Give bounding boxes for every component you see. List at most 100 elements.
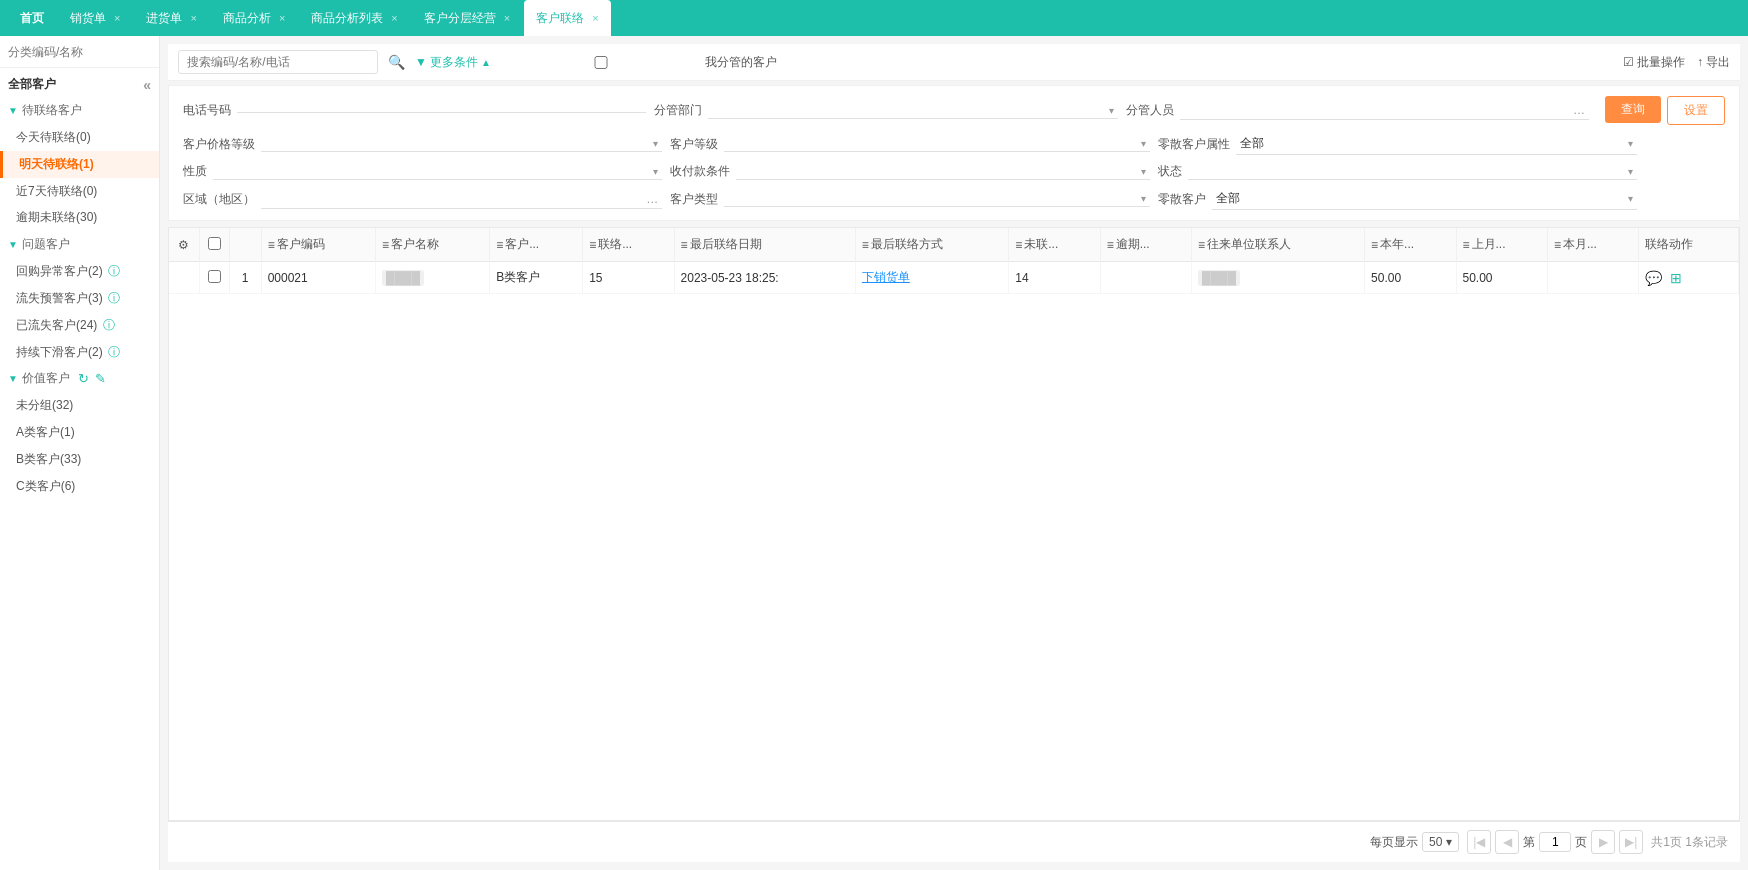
nav-home[interactable]: 首页 <box>8 0 56 36</box>
my-customer-checkbox-wrapper[interactable]: 我分管的客户 <box>501 54 777 71</box>
filter-customer-type-select[interactable]: ▾ <box>724 191 1149 207</box>
close-product-analysis-icon[interactable]: × <box>279 12 285 24</box>
sidebar-item-class-a[interactable]: A类客户(1) <box>0 419 159 446</box>
filter-region-select[interactable]: … <box>261 190 662 209</box>
query-button[interactable]: 查询 <box>1605 96 1661 123</box>
row-code: 000021 <box>261 262 375 294</box>
row-checkbox[interactable] <box>199 262 229 294</box>
export-button[interactable]: ↑ 导出 <box>1697 54 1730 71</box>
close-customer-tier-icon[interactable]: × <box>504 12 510 24</box>
group-problem-customer[interactable]: ▼ 问题客户 <box>0 231 159 258</box>
region-dots-icon: … <box>646 192 658 206</box>
expand-value-icon: ▼ <box>8 373 18 384</box>
sidebar-item-declining[interactable]: 持续下滑客户(2) ⓘ <box>0 339 159 366</box>
nav-sales-order[interactable]: 销货单 × <box>58 0 132 36</box>
price-grade-arrow: ▾ <box>653 138 658 149</box>
nav-customer-contact[interactable]: 客户联络 × <box>524 0 610 36</box>
search-input[interactable] <box>178 50 378 74</box>
more-action-icon[interactable]: ⊞ <box>1670 270 1682 286</box>
col-last-contact-method[interactable]: ≡ 最后联络方式 <box>855 228 1008 262</box>
close-product-analysis-list-icon[interactable]: × <box>391 12 397 24</box>
my-customer-checkbox[interactable] <box>501 56 701 69</box>
sidebar-item-churned[interactable]: 已流失客户(24) ⓘ <box>0 312 159 339</box>
filter-payment-select[interactable]: ▾ <box>736 164 1149 180</box>
sidebar: 🔍 全部客户 « ▼ 待联络客户 今天待联络(0) 明天待联络(1) 近7天待联… <box>0 36 160 870</box>
retail-customer-arrow: ▾ <box>1628 193 1633 204</box>
col-overdue[interactable]: ≡ 逾期... <box>1100 228 1191 262</box>
col-name[interactable]: ≡ 客户名称 <box>375 228 489 262</box>
expand-pending-icon: ▼ <box>8 105 18 116</box>
prev-page-button[interactable]: ◀ <box>1495 830 1519 854</box>
expand-problem-icon: ▼ <box>8 239 18 250</box>
payment-arrow: ▾ <box>1141 166 1146 177</box>
filter-status-select[interactable]: ▾ <box>1188 164 1637 180</box>
col-this-year[interactable]: ≡ 本年... <box>1365 228 1456 262</box>
more-filter-button[interactable]: ▼ 更多条件 ▲ <box>415 54 491 71</box>
search-button[interactable]: 🔍 <box>388 54 405 70</box>
close-purchase-order-icon[interactable]: × <box>190 12 196 24</box>
col-unit-contact[interactable]: ≡ 往来单位联系人 <box>1192 228 1365 262</box>
page-size-select: 每页显示 50 ▾ <box>1370 832 1459 852</box>
col-contact[interactable]: ≡ 联络... <box>583 228 674 262</box>
select-all-checkbox[interactable] <box>208 237 221 250</box>
filter-price-grade: 客户价格等级 ▾ <box>183 136 662 153</box>
next-page-button[interactable]: ▶ <box>1591 830 1615 854</box>
customer-table: ⚙ ≡ 客户编码 ≡ <box>169 228 1739 294</box>
filter-retail-attr: 零散客户属性 全部 ▾ <box>1158 133 1637 155</box>
close-sales-order-icon[interactable]: × <box>114 12 120 24</box>
sidebar-item-class-c[interactable]: C类客户(6) <box>0 473 159 500</box>
set-button[interactable]: 设置 <box>1667 96 1725 125</box>
filter-phone-input[interactable] <box>237 108 646 113</box>
table-row: 1 000021 ████ B类客户 15 2023-05-23 18:25: … <box>169 262 1739 294</box>
last-page-button[interactable]: ▶| <box>1619 830 1643 854</box>
collapse-sidebar-icon[interactable]: « <box>143 77 151 93</box>
sidebar-item-overdue-contact[interactable]: 逾期未联络(30) <box>0 204 159 231</box>
filter-payment: 收付款条件 ▾ <box>670 163 1149 180</box>
customer-grade-arrow: ▾ <box>1141 138 1146 149</box>
row-last-contact-method[interactable]: 下销货单 <box>855 262 1008 294</box>
sidebar-item-churn-warning[interactable]: 流失预警客户(3) ⓘ <box>0 285 159 312</box>
nav-purchase-order[interactable]: 进货单 × <box>134 0 208 36</box>
group-pending-contact[interactable]: ▼ 待联络客户 <box>0 97 159 124</box>
bulk-op-button[interactable]: ☑ 批量操作 <box>1623 54 1685 71</box>
filter-dept-select[interactable]: ▾ <box>708 103 1117 119</box>
sidebar-item-today-contact[interactable]: 今天待联络(0) <box>0 124 159 151</box>
col-gear[interactable]: ⚙ <box>169 228 199 262</box>
filter-manager-select[interactable]: … <box>1180 101 1589 120</box>
sidebar-item-repurchase-abnormal[interactable]: 回购异常客户(2) ⓘ <box>0 258 159 285</box>
sidebar-search-input[interactable] <box>8 45 158 59</box>
nav-product-analysis-list[interactable]: 商品分析列表 × <box>299 0 409 36</box>
filter-status: 状态 ▾ <box>1158 163 1637 180</box>
filter-dept: 分管部门 ▾ <box>654 102 1117 119</box>
col-code[interactable]: ≡ 客户编码 <box>261 228 375 262</box>
filter-customer-grade-select[interactable]: ▾ <box>724 136 1149 152</box>
col-this-month[interactable]: ≡ 本月... <box>1547 228 1638 262</box>
filter-retail-attr-select[interactable]: 全部 ▾ <box>1236 133 1637 155</box>
col-last-month[interactable]: ≡ 上月... <box>1456 228 1547 262</box>
first-page-button[interactable]: |◀ <box>1467 830 1491 854</box>
nav-customer-tier[interactable]: 客户分层经营 × <box>412 0 522 36</box>
customer-table-container: ⚙ ≡ 客户编码 ≡ <box>168 227 1740 821</box>
sidebar-item-class-b[interactable]: B类客户(33) <box>0 446 159 473</box>
sidebar-item-ungrouped[interactable]: 未分组(32) <box>0 392 159 419</box>
filter-retail-customer-select[interactable]: 全部 ▾ <box>1212 188 1637 210</box>
contact-action-icon[interactable]: 💬 <box>1645 270 1662 286</box>
page-input-box: 第 页 <box>1523 832 1587 852</box>
filter-price-grade-select[interactable]: ▾ <box>261 136 662 152</box>
table-footer: 每页显示 50 ▾ |◀ ◀ 第 页 ▶ ▶| 共1页 1条记录 <box>168 821 1740 862</box>
filter-nature-select[interactable]: ▾ <box>213 164 662 180</box>
page-size-dropdown[interactable]: 50 ▾ <box>1422 832 1459 852</box>
nav-product-analysis[interactable]: 商品分析 × <box>211 0 297 36</box>
close-customer-contact-icon[interactable]: × <box>592 12 598 24</box>
col-checkbox[interactable] <box>199 228 229 262</box>
row-action: 💬 ⊞ <box>1639 262 1739 294</box>
page-number-input[interactable] <box>1539 832 1571 852</box>
col-type[interactable]: ≡ 客户... <box>490 228 583 262</box>
group-value-customer[interactable]: ▼ 价值客户 ↻ ✎ <box>0 365 159 392</box>
col-last-contact-date[interactable]: ≡ 最后联络日期 <box>674 228 855 262</box>
col-action: 联络动作 <box>1639 228 1739 262</box>
col-uncontacted[interactable]: ≡ 未联... <box>1009 228 1100 262</box>
filter-phone: 电话号码 <box>183 102 646 119</box>
sidebar-item-7day-contact[interactable]: 近7天待联络(0) <box>0 178 159 205</box>
sidebar-item-tomorrow-contact[interactable]: 明天待联络(1) <box>0 151 159 178</box>
